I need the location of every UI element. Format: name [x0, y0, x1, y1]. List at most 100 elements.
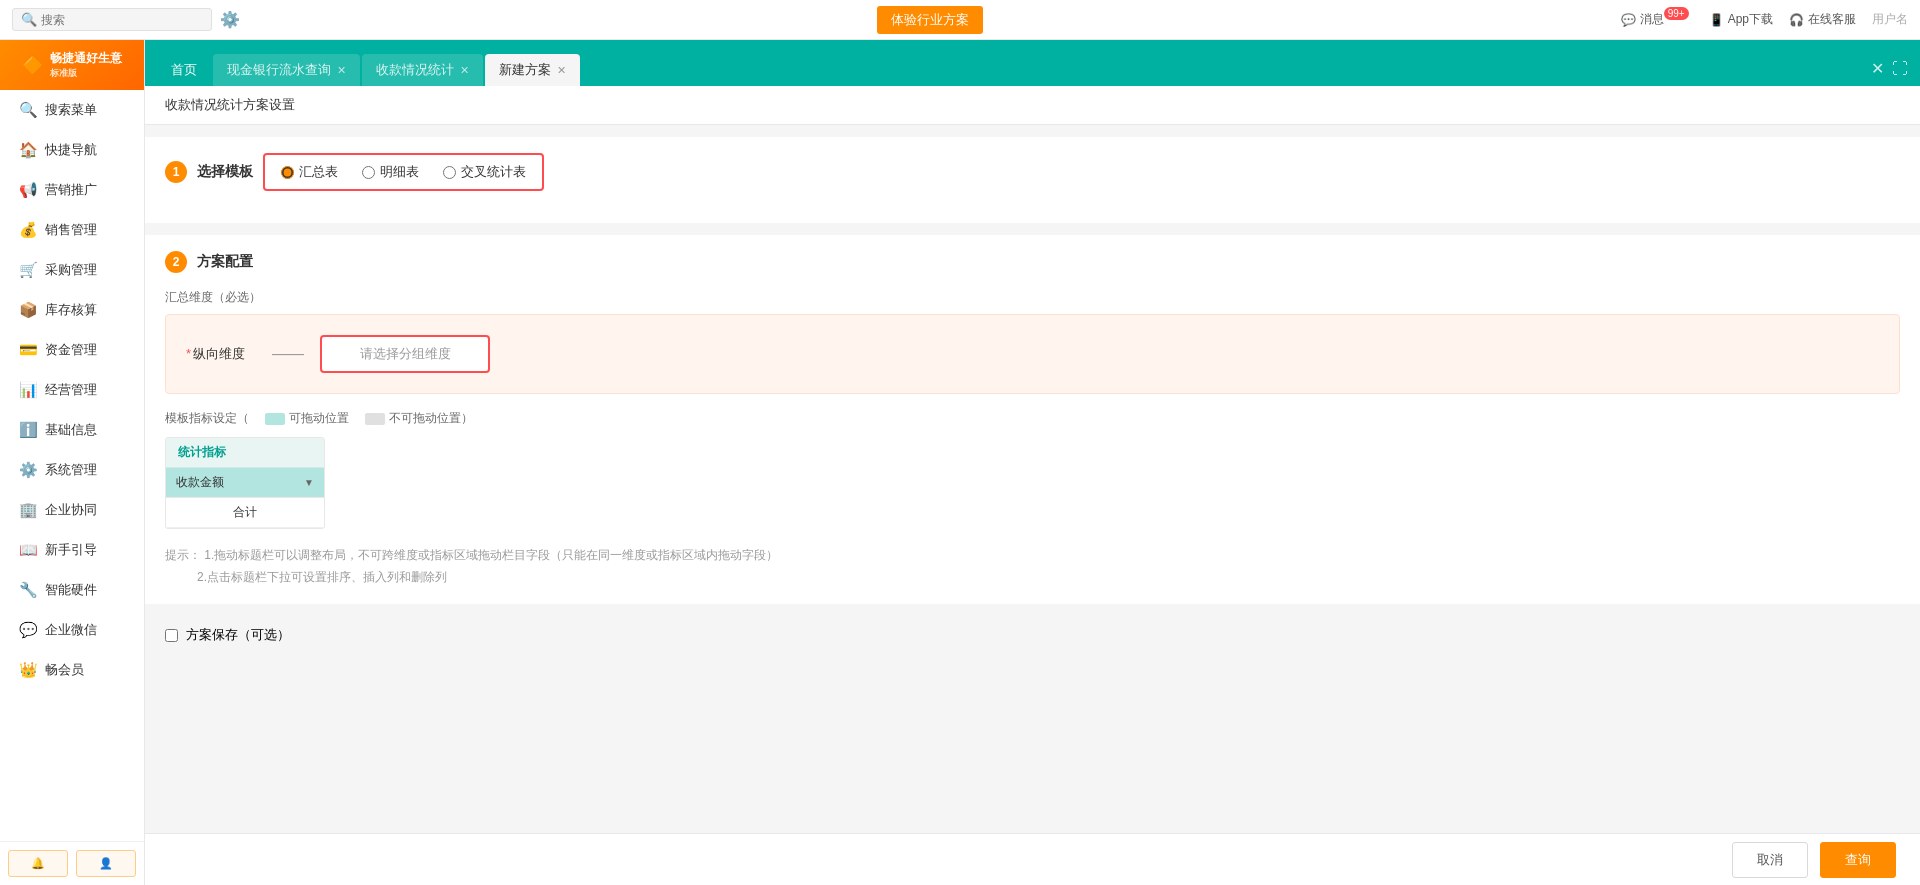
tab-cashflow[interactable]: 现金银行流水查询 ✕	[213, 54, 360, 86]
sidebar-bottom-btn1[interactable]: 🔔	[8, 850, 68, 877]
save-checkbox[interactable]	[165, 629, 178, 642]
sidebar-item-marketing[interactable]: 📢 营销推广	[0, 170, 144, 210]
tip-line2: 2.点击标题栏下拉可设置排序、插入列和删除列	[165, 567, 1900, 589]
radio-detail-label: 明细表	[380, 163, 419, 181]
gear-icon[interactable]: ⚙️	[220, 10, 240, 29]
sidebar-item-label: 智能硬件	[45, 581, 97, 599]
radio-detail[interactable]: 明细表	[362, 163, 419, 181]
vertical-label: *纵向维度	[186, 345, 256, 363]
radio-summary[interactable]: 汇总表	[281, 163, 338, 181]
tab-receipt[interactable]: 收款情况统计 ✕	[362, 54, 483, 86]
sidebar-item-inventory[interactable]: 📦 库存核算	[0, 290, 144, 330]
top-search[interactable]: 🔍	[12, 8, 212, 31]
sidebar-item-operation[interactable]: 📊 经营管理	[0, 370, 144, 410]
sidebar-item-guide[interactable]: 📖 新手引导	[0, 530, 144, 570]
sidebar-item-label: 畅会员	[45, 661, 84, 679]
search-input[interactable]	[41, 13, 203, 27]
download-label: App下载	[1728, 11, 1773, 28]
step2-num: 2	[165, 251, 187, 273]
sidebar-bottom-btn2[interactable]: 👤	[76, 850, 136, 877]
user-action[interactable]: 用户名	[1872, 11, 1908, 28]
service-action[interactable]: 🎧 在线客服	[1789, 11, 1856, 28]
sidebar-item-label: 搜索菜单	[45, 101, 97, 119]
radio-detail-input[interactable]	[362, 166, 375, 179]
industry-btn[interactable]: 体验行业方案	[877, 6, 983, 34]
msg-action[interactable]: 💬 消息 99+	[1621, 11, 1693, 28]
operation-icon: 📊	[19, 381, 37, 399]
service-label: 在线客服	[1808, 11, 1856, 28]
tab-bar: 首页 现金银行流水查询 ✕ 收款情况统计 ✕ 新建方案 ✕ ✕ ⛶	[145, 40, 1920, 86]
main-layout: 🔶 畅捷通好生意 标准版 🔍 搜索菜单 🏠 快捷导航 📢 营销推广 💰 销售管理	[0, 40, 1920, 885]
tab-new-plan-close[interactable]: ✕	[557, 64, 566, 77]
sidebar-item-label: 快捷导航	[45, 141, 97, 159]
page-header: 收款情况统计方案设置	[145, 86, 1920, 125]
msg-label: 消息	[1640, 11, 1664, 28]
tab-close-all-btn[interactable]: ✕	[1871, 59, 1884, 86]
tab-actions: ✕ ⛶	[1871, 59, 1908, 86]
dim-select-box[interactable]: 请选择分组维度	[320, 335, 490, 373]
movable-dot	[265, 413, 285, 425]
metrics-col-chevron: ▼	[304, 477, 314, 488]
msg-badge: 99+	[1664, 7, 1689, 20]
base-icon: ℹ️	[19, 421, 37, 439]
tab-receipt-label: 收款情况统计	[376, 61, 454, 79]
fixed-dot	[365, 413, 385, 425]
sidebar-item-base[interactable]: ℹ️ 基础信息	[0, 410, 144, 450]
step1-title: 选择模板	[197, 163, 253, 181]
download-action[interactable]: 📱 App下载	[1709, 11, 1773, 28]
query-button[interactable]: 查询	[1820, 842, 1896, 878]
tab-new-plan[interactable]: 新建方案 ✕	[485, 54, 580, 86]
save-section: 方案保存（可选）	[145, 616, 1920, 654]
metrics-table: 统计指标 收款金额 ▼ 合计	[165, 437, 325, 529]
step1-section: 1 选择模板 汇总表 明细表 交叉统计表	[145, 137, 1920, 223]
breadcrumb: 收款情况统计方案设置	[165, 97, 295, 112]
search-menu-icon: 🔍	[19, 101, 37, 119]
tab-receipt-close[interactable]: ✕	[460, 64, 469, 77]
tab-cashflow-close[interactable]: ✕	[337, 64, 346, 77]
page-content: 收款情况统计方案设置 1 选择模板 汇总表 明细表	[145, 86, 1920, 833]
hint-movable: 可拖动位置	[265, 410, 349, 427]
sales-icon: 💰	[19, 221, 37, 239]
radio-summary-input[interactable]	[281, 166, 294, 179]
metrics-col-header[interactable]: 收款金额 ▼	[166, 468, 324, 498]
dimension-title: 汇总维度（必选）	[165, 289, 1900, 306]
step2-section: 2 方案配置 汇总维度（必选） *纵向维度 —— 请选择分组维度	[145, 235, 1920, 604]
sidebar-item-hardware[interactable]: 🔧 智能硬件	[0, 570, 144, 610]
sidebar-item-purchase[interactable]: 🛒 采购管理	[0, 250, 144, 290]
tab-expand-btn[interactable]: ⛶	[1892, 60, 1908, 86]
sidebar-bottom: 🔔 👤	[0, 841, 144, 885]
home-icon: 🏠	[19, 141, 37, 159]
sidebar-item-system[interactable]: ⚙️ 系统管理	[0, 450, 144, 490]
cancel-button[interactable]: 取消	[1732, 842, 1808, 878]
sidebar-item-sales[interactable]: 💰 销售管理	[0, 210, 144, 250]
sidebar-item-finance[interactable]: 💳 资金管理	[0, 330, 144, 370]
save-label: 方案保存（可选）	[186, 626, 290, 644]
sidebar-item-label: 系统管理	[45, 461, 97, 479]
inventory-icon: 📦	[19, 301, 37, 319]
top-bar: 🔍 ⚙️ 体验行业方案 💬 消息 99+ 📱 App下载 🎧 在线客服 用户名	[0, 0, 1920, 40]
sidebar-item-label: 资金管理	[45, 341, 97, 359]
user-label: 用户名	[1872, 11, 1908, 28]
sidebar-item-wechat[interactable]: 💬 企业微信	[0, 610, 144, 650]
sidebar-item-search[interactable]: 🔍 搜索菜单	[0, 90, 144, 130]
sidebar-item-member[interactable]: 👑 畅会员	[0, 650, 144, 690]
hint-movable-label: 可拖动位置	[289, 410, 349, 427]
sidebar-item-label: 新手引导	[45, 541, 97, 559]
member-icon: 👑	[19, 661, 37, 679]
radio-cross-label: 交叉统计表	[461, 163, 526, 181]
sidebar-item-corp[interactable]: 🏢 企业协同	[0, 490, 144, 530]
content-area: 首页 现金银行流水查询 ✕ 收款情况统计 ✕ 新建方案 ✕ ✕ ⛶	[145, 40, 1920, 885]
dim-arrow: ——	[272, 345, 304, 363]
radio-cross[interactable]: 交叉统计表	[443, 163, 526, 181]
marketing-icon: 📢	[19, 181, 37, 199]
tab-home-label: 首页	[171, 61, 197, 79]
radio-cross-input[interactable]	[443, 166, 456, 179]
sidebar-item-nav[interactable]: 🏠 快捷导航	[0, 130, 144, 170]
finance-icon: 💳	[19, 341, 37, 359]
sidebar-item-label: 经营管理	[45, 381, 97, 399]
tab-home[interactable]: 首页	[157, 54, 211, 86]
metrics-col-label: 收款金额	[176, 474, 224, 491]
metrics-cell-total: 合计	[166, 498, 324, 528]
tips-section: 提示： 1.拖动标题栏可以调整布局，不可跨维度或指标区域拖动栏目字段（只能在同一…	[165, 529, 1900, 588]
service-icon: 🎧	[1789, 13, 1804, 27]
